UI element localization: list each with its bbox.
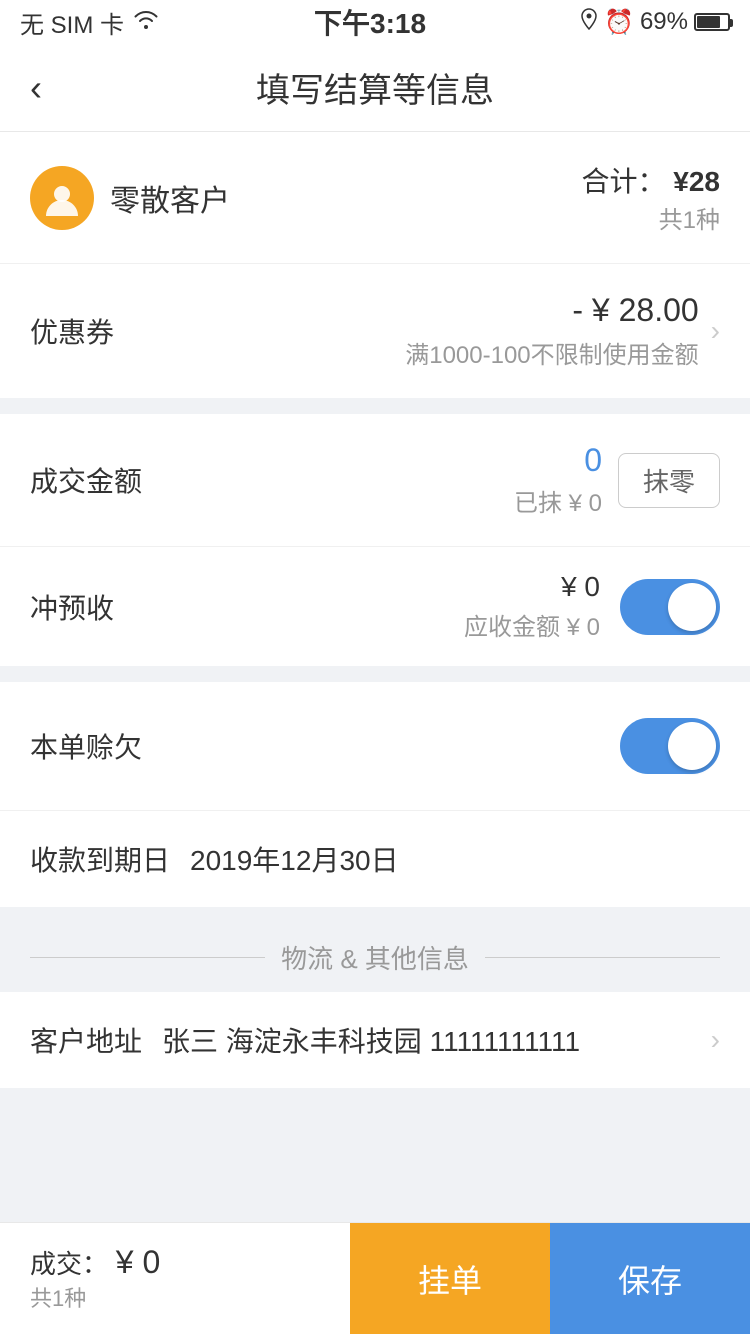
address-card: 客户地址 张三 海淀永丰科技园 11111111111 › <box>0 992 750 1088</box>
credit-row: 本单赊欠 <box>0 682 750 810</box>
prepay-right: ¥ 0 应收金额 ¥ 0 <box>464 571 720 642</box>
total-amount: ¥28 <box>673 166 720 197</box>
bottom-info: 成交： ¥ 0 共1种 <box>0 1244 350 1313</box>
divider-line-left <box>30 957 265 958</box>
deal-label: 成交金额 <box>30 460 142 500</box>
credit-label: 本单赊欠 <box>30 726 142 766</box>
address-chevron-icon: › <box>711 1024 720 1056</box>
address-label: 客户地址 <box>30 1020 142 1060</box>
credit-toggle[interactable] <box>620 718 720 774</box>
prepay-sub: 应收金额 ¥ 0 <box>464 607 600 642</box>
bottom-count: 共1种 <box>30 1281 320 1313</box>
prepay-toggle[interactable] <box>620 579 720 635</box>
wifi-icon <box>132 9 160 35</box>
logistics-label: 物流 & 其他信息 <box>281 939 469 976</box>
deal-input-wrap: 0 已抹 ¥ 0 抹零 <box>514 442 720 518</box>
coupon-chevron-icon: › <box>711 315 720 347</box>
customer-row: 零散客户 合计： ¥28 共1种 <box>0 132 750 263</box>
deal-value[interactable]: 0 <box>584 442 602 478</box>
status-time: 下午3:18 <box>314 2 426 42</box>
prepay-amount: ¥ 0 <box>464 571 600 603</box>
address-row[interactable]: 客户地址 张三 海淀永丰科技园 11111111111 › <box>0 992 750 1088</box>
battery-icon <box>694 13 730 31</box>
deal-section: 成交金额 0 已抹 ¥ 0 抹零 冲预收 ¥ 0 应收金额 ¥ 0 <box>0 414 750 666</box>
customer-card: 零散客户 合计： ¥28 共1种 优惠券 - ¥ 28.00 满1000-100… <box>0 132 750 398</box>
customer-left: 零散客户 <box>30 166 230 230</box>
due-date-value: 2019年12月30日 <box>190 839 399 879</box>
coupon-discount: - ¥ 28.00 <box>405 292 698 329</box>
toggle-knob <box>668 583 716 631</box>
prepay-row: 冲预收 ¥ 0 应收金额 ¥ 0 <box>0 546 750 666</box>
save-button[interactable]: 保存 <box>550 1223 750 1334</box>
bottom-bar: 成交： ¥ 0 共1种 挂单 保存 <box>0 1222 750 1334</box>
total-label: 合计： <box>581 166 665 197</box>
nav-bar: ‹ 填写结算等信息 <box>0 44 750 132</box>
coupon-sub: 满1000-100不限制使用金额 <box>405 335 698 370</box>
prepay-label: 冲预收 <box>30 587 114 627</box>
customer-right: 合计： ¥28 共1种 <box>581 160 720 235</box>
coupon-row[interactable]: 优惠券 - ¥ 28.00 满1000-100不限制使用金额 › <box>0 263 750 398</box>
battery-text: 69% <box>640 8 688 36</box>
avatar <box>30 166 94 230</box>
content: 零散客户 合计： ¥28 共1种 优惠券 - ¥ 28.00 满1000-100… <box>0 132 750 1224</box>
back-button[interactable]: ‹ <box>30 67 42 109</box>
divider-line-right <box>485 957 720 958</box>
credit-card: 本单赊欠 收款到期日 2019年12月30日 <box>0 682 750 907</box>
customer-name: 零散客户 <box>110 176 230 220</box>
alarm-icon: ⏰ <box>604 8 634 37</box>
page-title: 填写结算等信息 <box>256 63 494 112</box>
hang-button[interactable]: 挂单 <box>350 1223 550 1334</box>
due-date-row[interactable]: 收款到期日 2019年12月30日 <box>0 810 750 907</box>
credit-toggle-knob <box>668 722 716 770</box>
status-left: 无 SIM 卡 <box>20 5 160 40</box>
status-bar: 无 SIM 卡 下午3:18 ⏰ 69% <box>0 0 750 44</box>
round-off-button[interactable]: 抹零 <box>618 453 720 508</box>
coupon-right: - ¥ 28.00 满1000-100不限制使用金额 › <box>405 292 720 370</box>
prepay-values: ¥ 0 应收金额 ¥ 0 <box>464 571 600 642</box>
address-value: 张三 海淀永丰科技园 11111111111 <box>162 1020 691 1060</box>
deal-row: 成交金额 0 已抹 ¥ 0 抹零 <box>0 414 750 546</box>
bottom-amount: ¥ 0 <box>116 1244 160 1280</box>
logistics-divider: 物流 & 其他信息 <box>0 939 750 976</box>
deal-sub: 已抹 ¥ 0 <box>514 483 602 518</box>
bottom-deal-label: 成交： <box>30 1249 108 1279</box>
item-count: 共1种 <box>581 200 720 235</box>
logistics-section: 物流 & 其他信息 <box>0 923 750 992</box>
due-date-label: 收款到期日 <box>30 839 170 879</box>
location-icon <box>580 8 598 37</box>
sim-text: 无 SIM 卡 <box>20 5 124 40</box>
coupon-label: 优惠券 <box>30 311 114 351</box>
status-right: ⏰ 69% <box>580 8 730 37</box>
